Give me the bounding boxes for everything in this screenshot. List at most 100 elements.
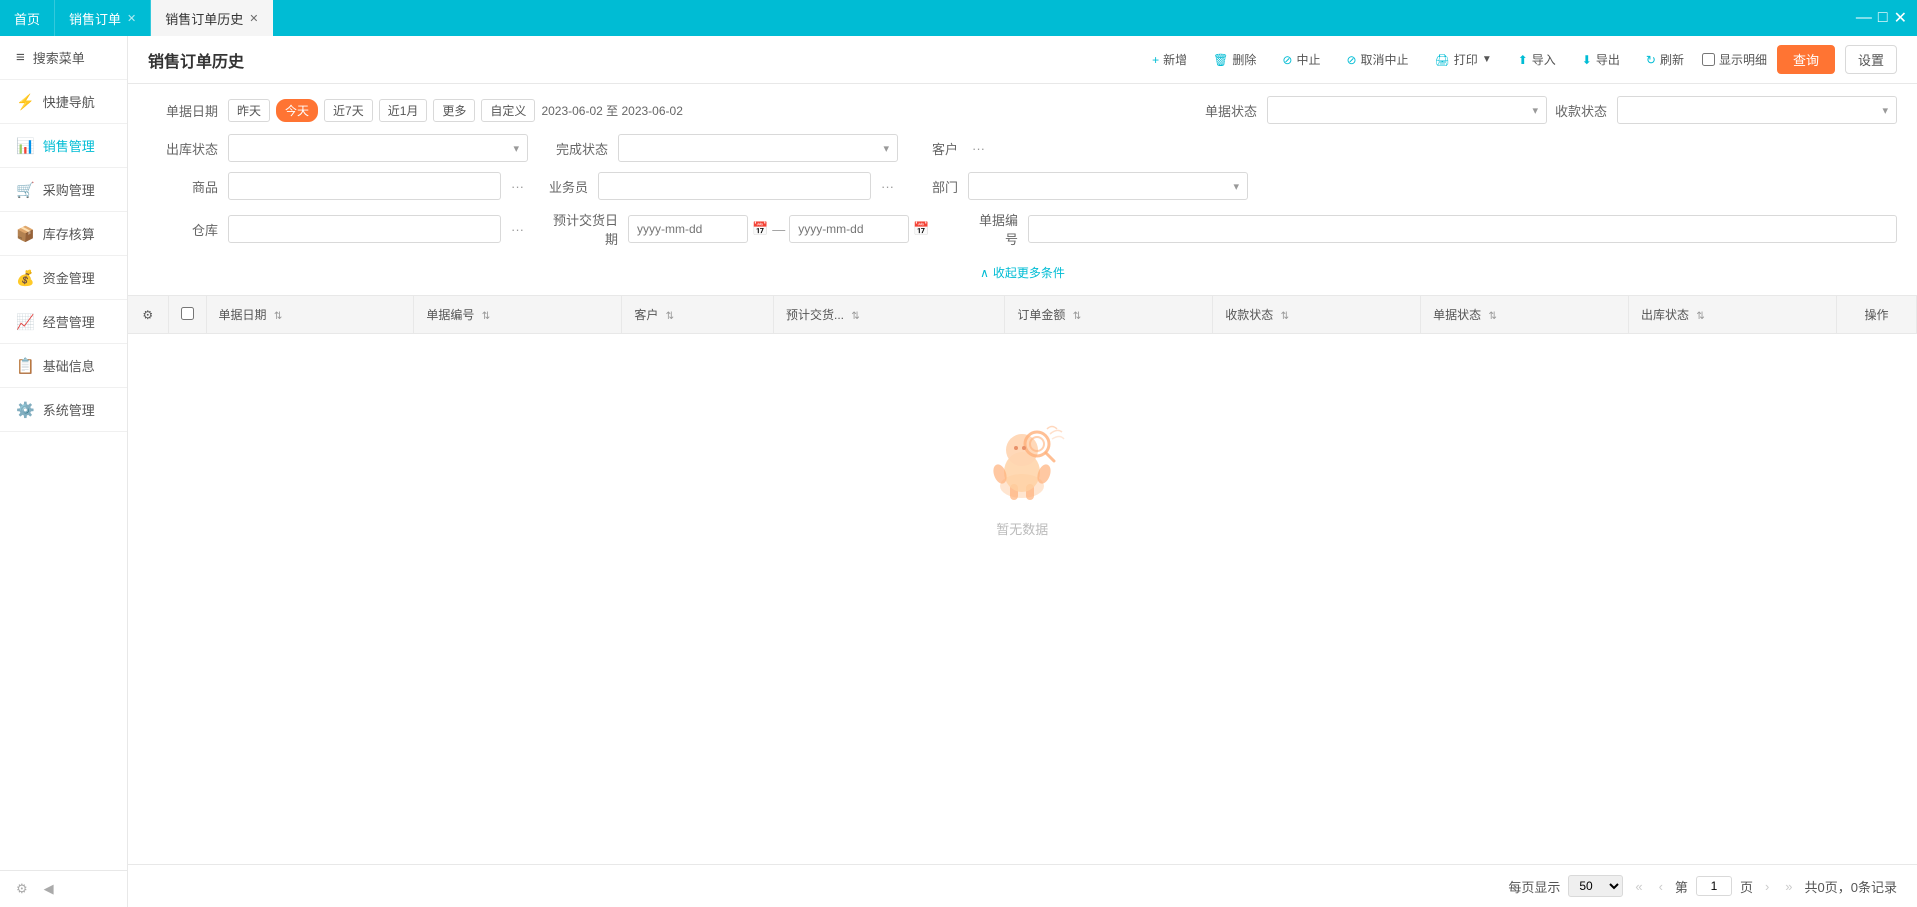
import-button[interactable]: ⬆ 导入 <box>1510 47 1564 72</box>
doc-status-col-label: 单据状态 <box>1433 308 1481 322</box>
col-delivery-date[interactable]: 预计交货... ⇅ <box>774 296 1005 334</box>
sidebar-settings-icon[interactable]: ⚙ <box>16 881 28 897</box>
order-amount-sort-icon: ⇅ <box>1073 311 1081 322</box>
sys-mgmt-icon: ⚙️ <box>16 401 35 419</box>
date-btn-yesterday[interactable]: 昨天 <box>228 99 270 122</box>
warehouse-select[interactable] <box>228 215 501 243</box>
filter-area: 单据日期 昨天 今天 近7天 近1月 更多 自定义 2023-06-02 至 2… <box>128 84 1917 296</box>
tab-home[interactable]: 首页 <box>0 0 55 36</box>
department-chevron: ▾ <box>1233 180 1239 193</box>
salesperson-ellipsis[interactable]: ··· <box>877 179 898 194</box>
export-button[interactable]: ⬇ 导出 <box>1574 47 1628 72</box>
settings-gear-icon[interactable]: ⚙ <box>142 308 153 322</box>
sidebar-item-sales-mgmt[interactable]: 📊 销售管理 <box>0 124 127 168</box>
sidebar-bottom: ⚙ ◀ <box>0 870 127 907</box>
delete-icon: 🗑 <box>1213 53 1228 67</box>
delivery-date-start-cal-icon[interactable]: 📅 <box>752 221 768 237</box>
col-payment-status[interactable]: 收款状态 ⇅ <box>1213 296 1421 334</box>
complete-status-select[interactable]: ▾ <box>618 134 898 162</box>
date-btn-more[interactable]: 更多 <box>433 99 475 122</box>
date-btn-custom[interactable]: 自定义 <box>481 99 535 122</box>
sidebar-item-search-menu[interactable]: ≡ 搜索菜单 <box>0 36 127 80</box>
settings-button[interactable]: 设置 <box>1845 45 1897 74</box>
print-icon: 🖨 <box>1435 53 1450 67</box>
col-settings[interactable]: ⚙ <box>128 296 168 334</box>
refresh-button[interactable]: ↻ 刷新 <box>1638 47 1692 72</box>
sidebar-item-sys-mgmt[interactable]: ⚙️ 系统管理 <box>0 388 127 432</box>
operations-icon: 📈 <box>16 313 35 331</box>
stop-button[interactable]: ⊘ 中止 <box>1274 47 1328 72</box>
date-range-text: 2023-06-02 至 2023-06-02 <box>541 102 682 119</box>
delete-button[interactable]: 🗑 删除 <box>1205 47 1264 72</box>
doc-number-input[interactable] <box>1028 215 1897 243</box>
next-page-btn[interactable]: › <box>1761 877 1773 896</box>
stop-label: 中止 <box>1296 51 1320 68</box>
page-input[interactable] <box>1696 876 1732 896</box>
payment-status-chevron: ▾ <box>1882 104 1888 117</box>
window-close-btn[interactable]: ✕ <box>1894 8 1907 28</box>
doc-status-sort-icon: ⇅ <box>1489 311 1497 322</box>
col-customer[interactable]: 客户 ⇅ <box>622 296 774 334</box>
sidebar-item-inventory[interactable]: 📦 库存核算 <box>0 212 127 256</box>
col-outbound-status[interactable]: 出库状态 ⇅ <box>1629 296 1837 334</box>
col-order-amount[interactable]: 订单金额 ⇅ <box>1005 296 1213 334</box>
sidebar-item-search-menu-label: 搜索菜单 <box>33 48 85 67</box>
tab-sales-order[interactable]: 销售订单 ✕ <box>55 0 151 36</box>
col-doc-number[interactable]: 单据编号 ⇅ <box>414 296 622 334</box>
show-detail-checkbox-label[interactable]: 显示明细 <box>1702 51 1767 68</box>
col-checkbox[interactable] <box>168 296 206 334</box>
col-doc-date[interactable]: 单据日期 ⇅ <box>206 296 414 334</box>
goods-select[interactable] <box>228 172 501 200</box>
query-button[interactable]: 查询 <box>1777 45 1835 74</box>
date-btn-7days[interactable]: 近7天 <box>324 99 373 122</box>
doc-number-col-label: 单据编号 <box>426 308 474 322</box>
select-all-checkbox[interactable] <box>181 307 194 320</box>
date-btn-today[interactable]: 今天 <box>276 99 318 122</box>
delivery-date-end[interactable] <box>789 215 909 243</box>
empty-text: 暂无数据 <box>996 519 1048 538</box>
salesperson-select[interactable] <box>598 172 871 200</box>
delivery-date-control: 📅 — 📅 <box>628 215 948 243</box>
payment-status-select[interactable]: ▾ <box>1617 96 1897 124</box>
sidebar-item-purchase-mgmt[interactable]: 🛒 采购管理 <box>0 168 127 212</box>
per-page-select[interactable]: 50 10 20 100 <box>1568 875 1623 897</box>
sidebar-item-finance[interactable]: 💰 资金管理 <box>0 256 127 300</box>
purchase-mgmt-icon: 🛒 <box>16 181 35 199</box>
minimize-btn[interactable]: — <box>1856 9 1872 27</box>
goods-ellipsis[interactable]: ··· <box>507 179 528 194</box>
department-select[interactable]: ▾ <box>968 172 1248 200</box>
cancel-stop-button[interactable]: ⊘ 取消中止 <box>1338 47 1416 72</box>
warehouse-ellipsis[interactable]: ··· <box>507 222 528 237</box>
data-table: ⚙ 单据日期 ⇅ 单据编号 ⇅ <box>128 296 1917 618</box>
customer-sort-icon: ⇅ <box>666 311 674 322</box>
last-page-btn[interactable]: » <box>1781 877 1796 896</box>
customer-col-label: 客户 <box>634 308 658 322</box>
col-doc-status[interactable]: 单据状态 ⇅ <box>1421 296 1629 334</box>
delivery-date-start[interactable] <box>628 215 748 243</box>
close-sales-order-icon[interactable]: ✕ <box>127 12 136 25</box>
close-sales-order-history-icon[interactable]: ✕ <box>249 12 258 25</box>
filter-row-4: 仓库 ··· 预计交货日期 📅 — 📅 单据编号 <box>148 210 1897 248</box>
sidebar-item-operations[interactable]: 📈 经营管理 <box>0 300 127 344</box>
delivery-date-end-cal-icon[interactable]: 📅 <box>913 221 929 237</box>
sidebar-item-basic-info[interactable]: 📋 基础信息 <box>0 344 127 388</box>
sidebar-item-operations-label: 经营管理 <box>43 312 95 331</box>
refresh-icon: ↻ <box>1646 53 1656 67</box>
outbound-status-select[interactable]: ▾ <box>228 134 528 162</box>
complete-status-label: 完成状态 <box>548 139 618 158</box>
customer-ellipsis[interactable]: ··· <box>968 141 989 156</box>
doc-status-select[interactable]: ▾ <box>1267 96 1547 124</box>
sidebar-collapse-icon[interactable]: ◀ <box>44 881 54 897</box>
first-page-btn[interactable]: « <box>1631 877 1646 896</box>
outbound-status-col-label: 出库状态 <box>1641 308 1689 322</box>
maximize-btn[interactable]: □ <box>1878 9 1888 27</box>
sidebar-item-quick-nav[interactable]: ⚡ 快捷导航 <box>0 80 127 124</box>
prev-page-btn[interactable]: ‹ <box>1655 877 1667 896</box>
tab-sales-order-history[interactable]: 销售订单历史 ✕ <box>151 0 273 36</box>
new-button[interactable]: + 新增 <box>1144 47 1195 72</box>
print-button[interactable]: 🖨 打印 ▼ <box>1427 47 1500 72</box>
show-detail-checkbox[interactable] <box>1702 53 1715 66</box>
import-label: 导入 <box>1532 51 1556 68</box>
date-btn-1month[interactable]: 近1月 <box>379 99 428 122</box>
collapse-button[interactable]: ∧ 收起更多条件 <box>148 258 1897 283</box>
